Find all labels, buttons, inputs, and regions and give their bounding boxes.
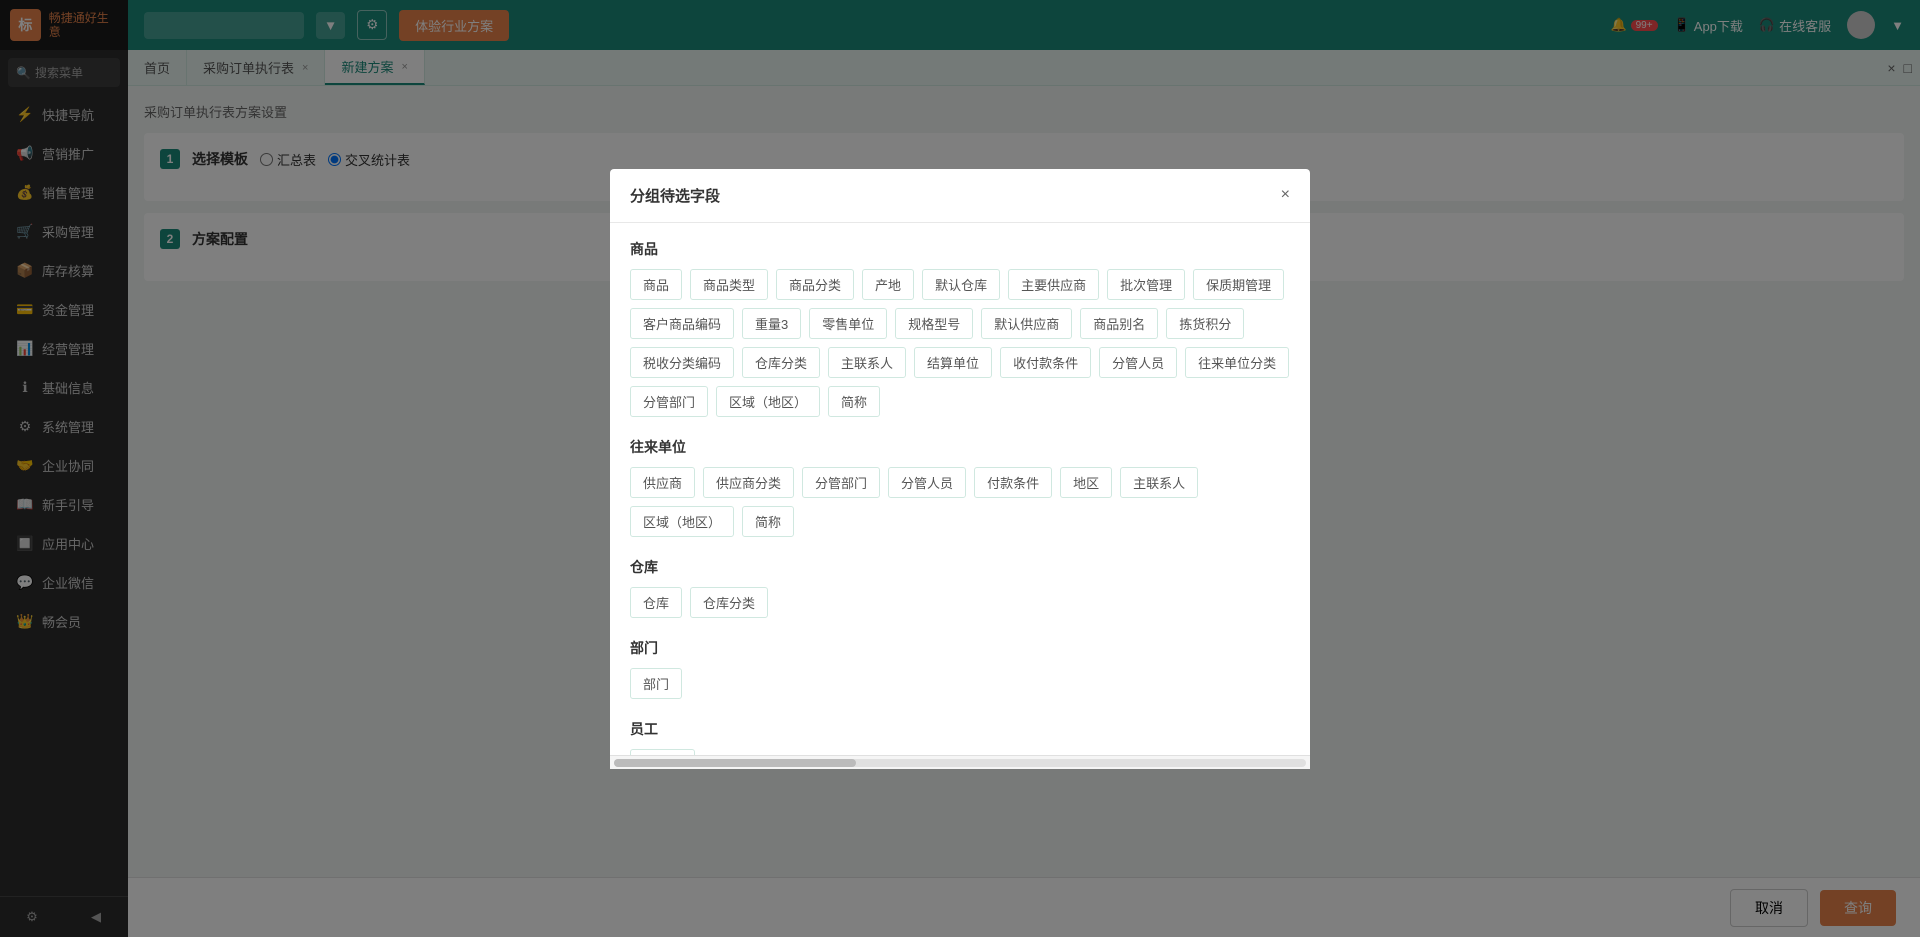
field-tag-0-11[interactable]: 规格型号 xyxy=(895,308,973,339)
field-tag-1-5[interactable]: 地区 xyxy=(1060,467,1112,498)
field-tags-3: 部门 xyxy=(630,668,1290,699)
field-tag-0-23[interactable]: 区域（地区） xyxy=(716,386,820,417)
field-tag-0-12[interactable]: 默认供应商 xyxy=(981,308,1072,339)
hscroll-thumb xyxy=(614,759,856,767)
section-title-1: 往来单位 xyxy=(630,437,1290,457)
hscroll-track xyxy=(614,759,1306,767)
field-tag-1-0[interactable]: 供应商 xyxy=(630,467,695,498)
section-title-2: 仓库 xyxy=(630,557,1290,577)
field-group-0: 商品商品商品类型商品分类产地默认仓库主要供应商批次管理保质期管理客户商品编码重量… xyxy=(630,239,1290,417)
field-tag-0-4[interactable]: 默认仓库 xyxy=(922,269,1000,300)
field-tag-0-9[interactable]: 重量3 xyxy=(742,308,801,339)
modal-title: 分组待选字段 xyxy=(630,185,720,206)
field-tag-0-22[interactable]: 分管部门 xyxy=(630,386,708,417)
field-group-2: 仓库仓库仓库分类 xyxy=(630,557,1290,618)
field-group-4: 员工业务员 xyxy=(630,719,1290,755)
field-tag-0-15[interactable]: 税收分类编码 xyxy=(630,347,734,378)
field-tag-0-13[interactable]: 商品别名 xyxy=(1080,308,1158,339)
field-tag-1-2[interactable]: 分管部门 xyxy=(802,467,880,498)
field-tag-0-14[interactable]: 拣货积分 xyxy=(1166,308,1244,339)
field-tag-0-16[interactable]: 仓库分类 xyxy=(742,347,820,378)
field-tag-0-20[interactable]: 分管人员 xyxy=(1099,347,1177,378)
field-tags-2: 仓库仓库分类 xyxy=(630,587,1290,618)
field-tag-0-10[interactable]: 零售单位 xyxy=(809,308,887,339)
field-group-1: 往来单位供应商供应商分类分管部门分管人员付款条件地区主联系人区域（地区） 简称 xyxy=(630,437,1290,537)
modal-close-btn[interactable]: × xyxy=(1281,186,1290,204)
field-tags-0: 商品商品类型商品分类产地默认仓库主要供应商批次管理保质期管理客户商品编码重量3 零… xyxy=(630,269,1290,417)
field-tag-1-6[interactable]: 主联系人 xyxy=(1120,467,1198,498)
field-tag-0-21[interactable]: 往来单位分类 xyxy=(1185,347,1289,378)
field-tag-0-7[interactable]: 保质期管理 xyxy=(1193,269,1284,300)
field-tag-0-8[interactable]: 客户商品编码 xyxy=(630,308,734,339)
field-tag-0-19[interactable]: 收付款条件 xyxy=(1000,347,1091,378)
field-tag-1-8[interactable]: 简称 xyxy=(742,506,794,537)
field-tag-0-18[interactable]: 结算单位 xyxy=(914,347,992,378)
field-tag-0-3[interactable]: 产地 xyxy=(862,269,914,300)
field-tag-0-17[interactable]: 主联系人 xyxy=(828,347,906,378)
field-tag-0-5[interactable]: 主要供应商 xyxy=(1008,269,1099,300)
field-tag-0-0[interactable]: 商品 xyxy=(630,269,682,300)
section-title-4: 员工 xyxy=(630,719,1290,739)
modal-body: 商品商品商品类型商品分类产地默认仓库主要供应商批次管理保质期管理客户商品编码重量… xyxy=(610,223,1310,755)
field-tags-1: 供应商供应商分类分管部门分管人员付款条件地区主联系人区域（地区） 简称 xyxy=(630,467,1290,537)
field-tag-1-1[interactable]: 供应商分类 xyxy=(703,467,794,498)
field-tag-0-1[interactable]: 商品类型 xyxy=(690,269,768,300)
modal-header: 分组待选字段 × xyxy=(610,169,1310,223)
field-tag-2-0[interactable]: 仓库 xyxy=(630,587,682,618)
field-tag-1-4[interactable]: 付款条件 xyxy=(974,467,1052,498)
field-tag-1-3[interactable]: 分管人员 xyxy=(888,467,966,498)
field-tag-0-6[interactable]: 批次管理 xyxy=(1107,269,1185,300)
section-title-3: 部门 xyxy=(630,638,1290,658)
field-group-3: 部门部门 xyxy=(630,638,1290,699)
field-tag-0-2[interactable]: 商品分类 xyxy=(776,269,854,300)
modal-horizontal-scrollbar[interactable] xyxy=(610,755,1310,769)
field-tag-1-7[interactable]: 区域（地区） xyxy=(630,506,734,537)
field-tag-2-1[interactable]: 仓库分类 xyxy=(690,587,768,618)
modal-overlay: 分组待选字段 × 商品商品商品类型商品分类产地默认仓库主要供应商批次管理保质期管… xyxy=(0,0,1920,937)
section-title-0: 商品 xyxy=(630,239,1290,259)
field-tag-3-0[interactable]: 部门 xyxy=(630,668,682,699)
field-tag-0-24[interactable]: 简称 xyxy=(828,386,880,417)
field-select-modal: 分组待选字段 × 商品商品商品类型商品分类产地默认仓库主要供应商批次管理保质期管… xyxy=(610,169,1310,769)
